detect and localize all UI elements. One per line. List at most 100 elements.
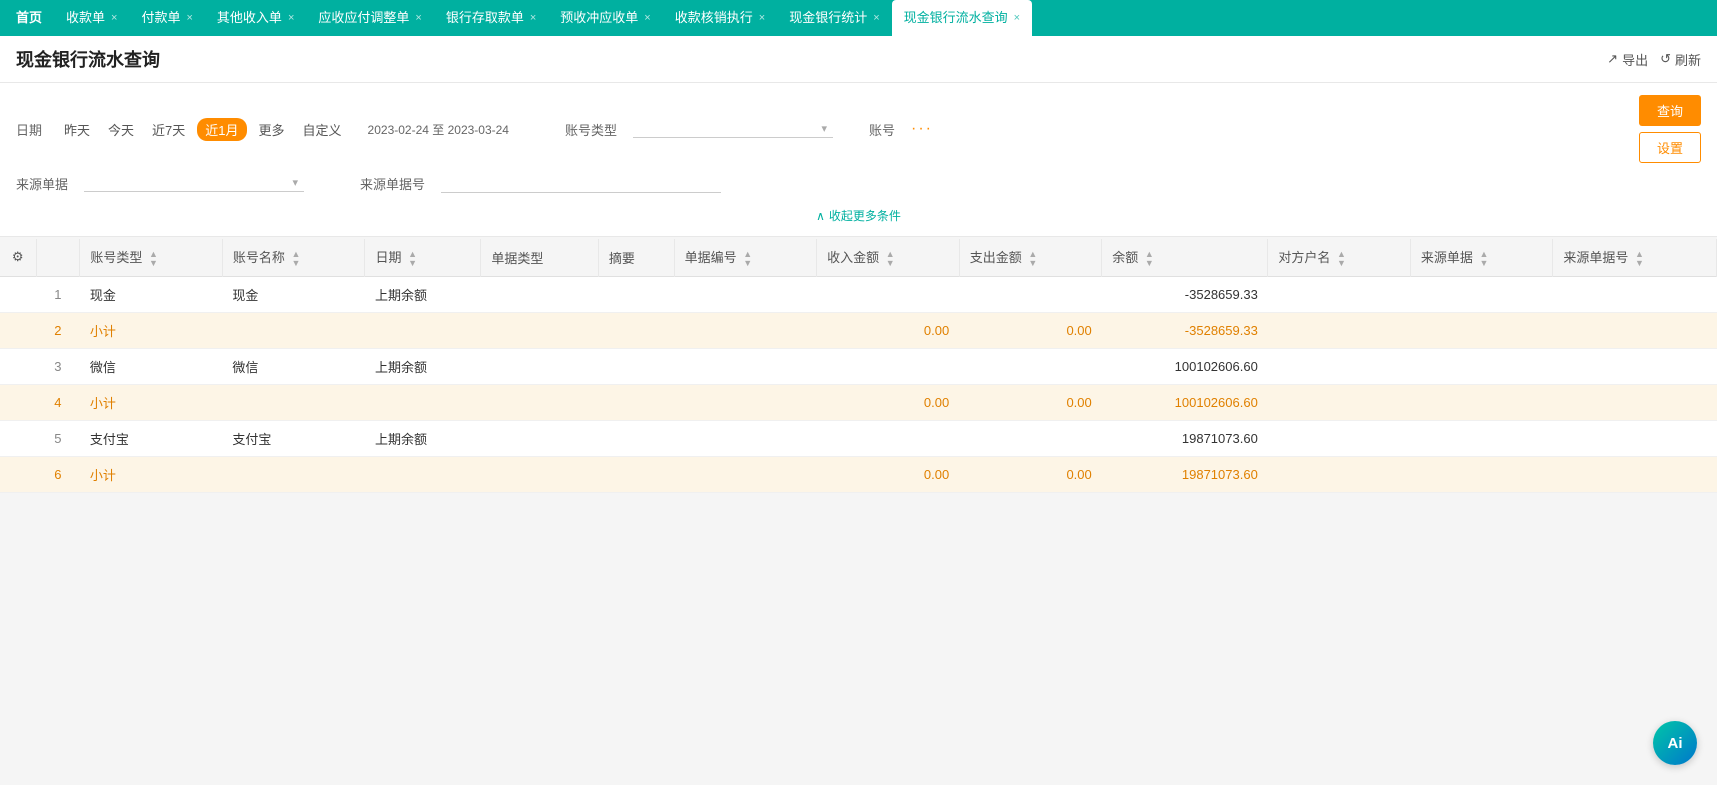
row-gear (0, 312, 36, 348)
filter-row-1: 日期 昨天今天近7天近1月更多自定义 2023-02-24 至 2023-03-… (16, 95, 1701, 163)
col-header-account-name[interactable]: 账号名称 ▲▼ (222, 239, 365, 276)
nav-item-receipt[interactable]: 收款单× (54, 0, 129, 36)
account-num-dots[interactable]: ··· (911, 120, 933, 138)
nav-close-advance-ar[interactable]: × (644, 0, 650, 36)
nav-close-bank-deposit[interactable]: × (530, 0, 536, 36)
collapse-bar[interactable]: ∧ 收起更多条件 (16, 203, 1701, 228)
refresh-icon: ↺ (1660, 51, 1671, 67)
export-button[interactable]: ↗ 导出 (1607, 50, 1648, 69)
date-btn-近1月[interactable]: 近1月 (197, 118, 246, 141)
row-doc-no (674, 384, 817, 420)
row-account-name: 支付宝 (222, 420, 365, 456)
collapse-label: 收起更多条件 (829, 207, 901, 224)
export-icon: ↗ (1607, 51, 1618, 67)
nav-item-other-income[interactable]: 其他收入单× (205, 0, 306, 36)
row-income: 0.00 (817, 384, 960, 420)
row-counterparty (1268, 276, 1411, 312)
nav-item-payment[interactable]: 付款单× (129, 0, 204, 36)
nav-item-home[interactable]: 首页 (4, 0, 54, 36)
row-doc-no (674, 456, 817, 492)
source-doc-num-input[interactable] (441, 173, 721, 193)
source-doc-label: 来源单据 (16, 174, 68, 193)
table-row: 1现金现金上期余额-3528659.33 (0, 276, 1717, 312)
row-source-doc-no (1553, 456, 1717, 492)
row-gear (0, 348, 36, 384)
account-type-label: 账号类型 (565, 120, 617, 139)
row-source-doc (1410, 384, 1553, 420)
date-btn-昨天[interactable]: 昨天 (58, 118, 96, 141)
row-counterparty (1268, 420, 1411, 456)
col-header-source-doc[interactable]: 来源单据 ▲▼ (1410, 239, 1553, 276)
row-account-type: 支付宝 (80, 420, 223, 456)
filter-area: 日期 昨天今天近7天近1月更多自定义 2023-02-24 至 2023-03-… (0, 83, 1717, 237)
account-type-select[interactable]: ▾ (633, 120, 833, 138)
col-header-income[interactable]: 收入金额 ▲▼ (817, 239, 960, 276)
nav-item-cash-bank-stat[interactable]: 现金银行统计× (777, 0, 891, 36)
nav-close-other-income[interactable]: × (288, 0, 294, 36)
source-doc-select[interactable]: ▾ (84, 174, 304, 192)
row-doc-type (481, 276, 599, 312)
row-balance: -3528659.33 (1102, 276, 1268, 312)
date-btn-自定义[interactable]: 自定义 (297, 118, 348, 141)
nav-close-cash-bank-stat[interactable]: × (873, 0, 879, 36)
col-header-doc-no[interactable]: 单据编号 ▲▼ (674, 239, 817, 276)
col-header-source-doc-no[interactable]: 来源单据号 ▲▼ (1553, 239, 1717, 276)
gear-column-header[interactable]: ⚙ (0, 239, 36, 276)
nav-item-receipt-verify[interactable]: 收款核销执行× (663, 0, 777, 36)
nav-item-cash-bank-flow[interactable]: 现金银行流水查询× (892, 0, 1032, 36)
date-btn-今天[interactable]: 今天 (102, 118, 140, 141)
query-button[interactable]: 查询 (1639, 95, 1701, 126)
nav-close-payment[interactable]: × (186, 0, 192, 36)
table-row: 6小计0.000.0019871073.60 (0, 456, 1717, 492)
source-doc-num-label: 来源单据号 (360, 174, 425, 193)
row-account-type: 小计 (80, 312, 223, 348)
row-source-doc (1410, 276, 1553, 312)
nav-close-receipt[interactable]: × (111, 0, 117, 36)
nav-item-bank-deposit[interactable]: 银行存取款单× (434, 0, 548, 36)
row-income: 0.00 (817, 456, 960, 492)
row-counterparty (1268, 456, 1411, 492)
row-doc-type (481, 384, 599, 420)
col-header-counterparty[interactable]: 对方户名 ▲▼ (1268, 239, 1411, 276)
row-source-doc-no (1553, 312, 1717, 348)
nav-close-receipt-verify[interactable]: × (759, 0, 765, 36)
settings-button[interactable]: 设置 (1639, 132, 1701, 163)
nav-item-advance-ar[interactable]: 预收冲应收单× (548, 0, 662, 36)
nav-close-ar-ap-adjust[interactable]: × (415, 0, 421, 36)
row-account-name: 微信 (222, 348, 365, 384)
row-num: 4 (36, 384, 80, 420)
row-doc-no (674, 312, 817, 348)
date-btn-更多[interactable]: 更多 (253, 118, 291, 141)
row-account-name (222, 384, 365, 420)
col-header-balance[interactable]: 余额 ▲▼ (1102, 239, 1268, 276)
col-header-account-type[interactable]: 账号类型 ▲▼ (80, 239, 223, 276)
row-gear (0, 420, 36, 456)
row-balance: 100102606.60 (1102, 384, 1268, 420)
row-gear (0, 456, 36, 492)
top-nav: 首页收款单×付款单×其他收入单×应收应付调整单×银行存取款单×预收冲应收单×收款… (0, 0, 1717, 36)
nav-close-cash-bank-flow[interactable]: × (1014, 0, 1020, 36)
row-summary (598, 276, 674, 312)
refresh-button[interactable]: ↺ 刷新 (1660, 50, 1701, 69)
date-quick-buttons: 昨天今天近7天近1月更多自定义 (58, 118, 348, 141)
page-title: 现金银行流水查询 (16, 46, 160, 72)
row-source-doc (1410, 348, 1553, 384)
source-doc-arrow: ▾ (292, 176, 298, 189)
row-date: 上期余额 (365, 276, 481, 312)
nav-item-ar-ap-adjust[interactable]: 应收应付调整单× (306, 0, 433, 36)
row-balance: 100102606.60 (1102, 348, 1268, 384)
date-btn-近7天[interactable]: 近7天 (146, 118, 191, 141)
row-num: 3 (36, 348, 80, 384)
row-num: 1 (36, 276, 80, 312)
row-gear (0, 276, 36, 312)
row-date (365, 456, 481, 492)
ai-badge[interactable]: Ai (1653, 721, 1697, 765)
table-container: ⚙ 账号类型 ▲▼ 账号名称 ▲▼ 日期 ▲▼ 单据类型 摘要 单据编号 ▲▼ … (0, 239, 1717, 493)
row-num: 2 (36, 312, 80, 348)
col-header-date[interactable]: 日期 ▲▼ (365, 239, 481, 276)
row-account-name (222, 312, 365, 348)
col-header-expense[interactable]: 支出金额 ▲▼ (959, 239, 1102, 276)
row-account-type: 微信 (80, 348, 223, 384)
row-doc-type (481, 456, 599, 492)
row-balance: 19871073.60 (1102, 456, 1268, 492)
